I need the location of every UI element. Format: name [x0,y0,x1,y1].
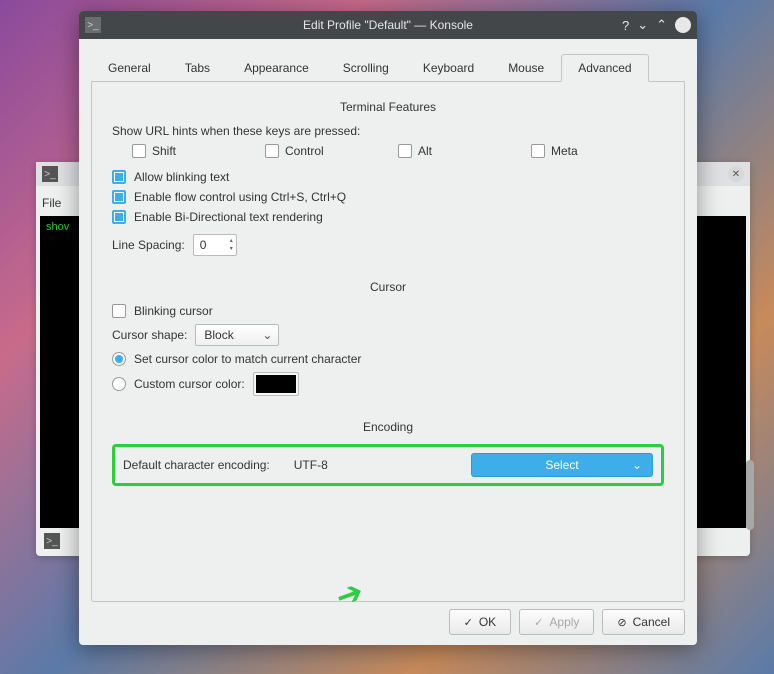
label-blinking-cursor: Blinking cursor [134,304,213,318]
dialog-titlebar[interactable]: >_ Edit Profile "Default" — Konsole ? ⌄ … [79,11,697,39]
bg-prompt-text: shov [46,221,69,233]
dialog-title: Edit Profile "Default" — Konsole [79,18,697,32]
spin-arrows-icon[interactable]: ▴▾ [230,237,233,253]
checkbox-bidi[interactable] [112,210,126,224]
encoding-label: Default character encoding: [123,458,270,472]
tab-bar: General Tabs Appearance Scrolling Keyboa… [91,53,685,82]
section-cursor: Cursor [112,280,664,294]
terminal-icon: >_ [85,17,101,33]
apply-button[interactable]: ✓ Apply [519,609,594,635]
label-bidi: Enable Bi-Directional text rendering [134,210,323,224]
checkbox-blinking-cursor[interactable] [112,304,126,318]
ok-button[interactable]: ✓ OK [449,609,512,635]
checkbox-meta[interactable] [531,144,545,158]
terminal-icon: >_ [44,533,60,549]
checkbox-flow-control[interactable] [112,190,126,204]
cancel-icon: ⊘ [617,616,626,629]
annotation-arrow-icon: ➔ [330,572,368,617]
checkbox-control[interactable] [265,144,279,158]
check-icon: ✓ [464,616,473,629]
tab-scrolling[interactable]: Scrolling [326,54,406,82]
tab-tabs[interactable]: Tabs [168,54,227,82]
label-shift: Shift [152,144,176,158]
label-allow-blinking: Allow blinking text [134,170,229,184]
line-spacing-label: Line Spacing: [112,238,185,252]
cursor-shape-label: Cursor shape: [112,328,187,342]
label-custom-color: Custom cursor color: [134,377,245,391]
tab-advanced[interactable]: Advanced [561,54,648,82]
line-spacing-spinbox[interactable]: 0 ▴▾ [193,234,237,256]
label-meta: Meta [551,144,578,158]
label-match-current: Set cursor color to match current charac… [134,352,361,366]
ok-label: OK [479,615,496,629]
radio-custom-color[interactable] [112,377,126,391]
checkbox-shift[interactable] [132,144,146,158]
cursor-shape-combo[interactable]: Block [195,324,279,346]
line-spacing-value: 0 [200,238,207,252]
custom-color-button[interactable] [253,372,299,396]
url-hints-label: Show URL hints when these keys are press… [112,124,360,138]
terminal-icon: >_ [42,166,58,182]
checkbox-allow-blinking[interactable] [112,170,126,184]
maximize-icon[interactable]: ⌃ [656,17,667,33]
section-terminal-features: Terminal Features [112,100,664,114]
label-control: Control [285,144,324,158]
bg-scrollbar[interactable] [746,460,754,530]
radio-match-current[interactable] [112,352,126,366]
bg-menu-file[interactable]: File [42,196,61,210]
select-label: Select [545,458,578,472]
apply-label: Apply [549,615,579,629]
tab-content-advanced: Terminal Features Show URL hints when th… [91,82,685,602]
help-icon[interactable]: ? [622,18,629,33]
cancel-button[interactable]: ⊘ Cancel [602,609,685,635]
section-encoding: Encoding [112,420,664,434]
label-flow-control: Enable flow control using Ctrl+S, Ctrl+Q [134,190,346,204]
label-alt: Alt [418,144,432,158]
encoding-row-highlight: Default character encoding: UTF-8 Select [112,444,664,486]
tab-keyboard[interactable]: Keyboard [406,54,491,82]
tab-general[interactable]: General [91,54,168,82]
color-swatch [256,375,296,393]
edit-profile-dialog: >_ Edit Profile "Default" — Konsole ? ⌄ … [79,11,697,645]
tab-mouse[interactable]: Mouse [491,54,561,82]
encoding-value: UTF-8 [294,458,328,472]
check-icon: ✓ [534,616,543,629]
tab-appearance[interactable]: Appearance [227,54,326,82]
minimize-icon[interactable]: ⌄ [637,17,648,33]
checkbox-alt[interactable] [398,144,412,158]
dialog-button-row: ✓ OK ✓ Apply ⊘ Cancel [449,609,685,635]
close-icon[interactable]: ✕ [675,17,691,33]
bg-close-icon[interactable]: ✕ [728,166,744,182]
encoding-select-button[interactable]: Select [471,453,653,477]
cursor-shape-value: Block [204,328,233,342]
cancel-label: Cancel [633,615,670,629]
